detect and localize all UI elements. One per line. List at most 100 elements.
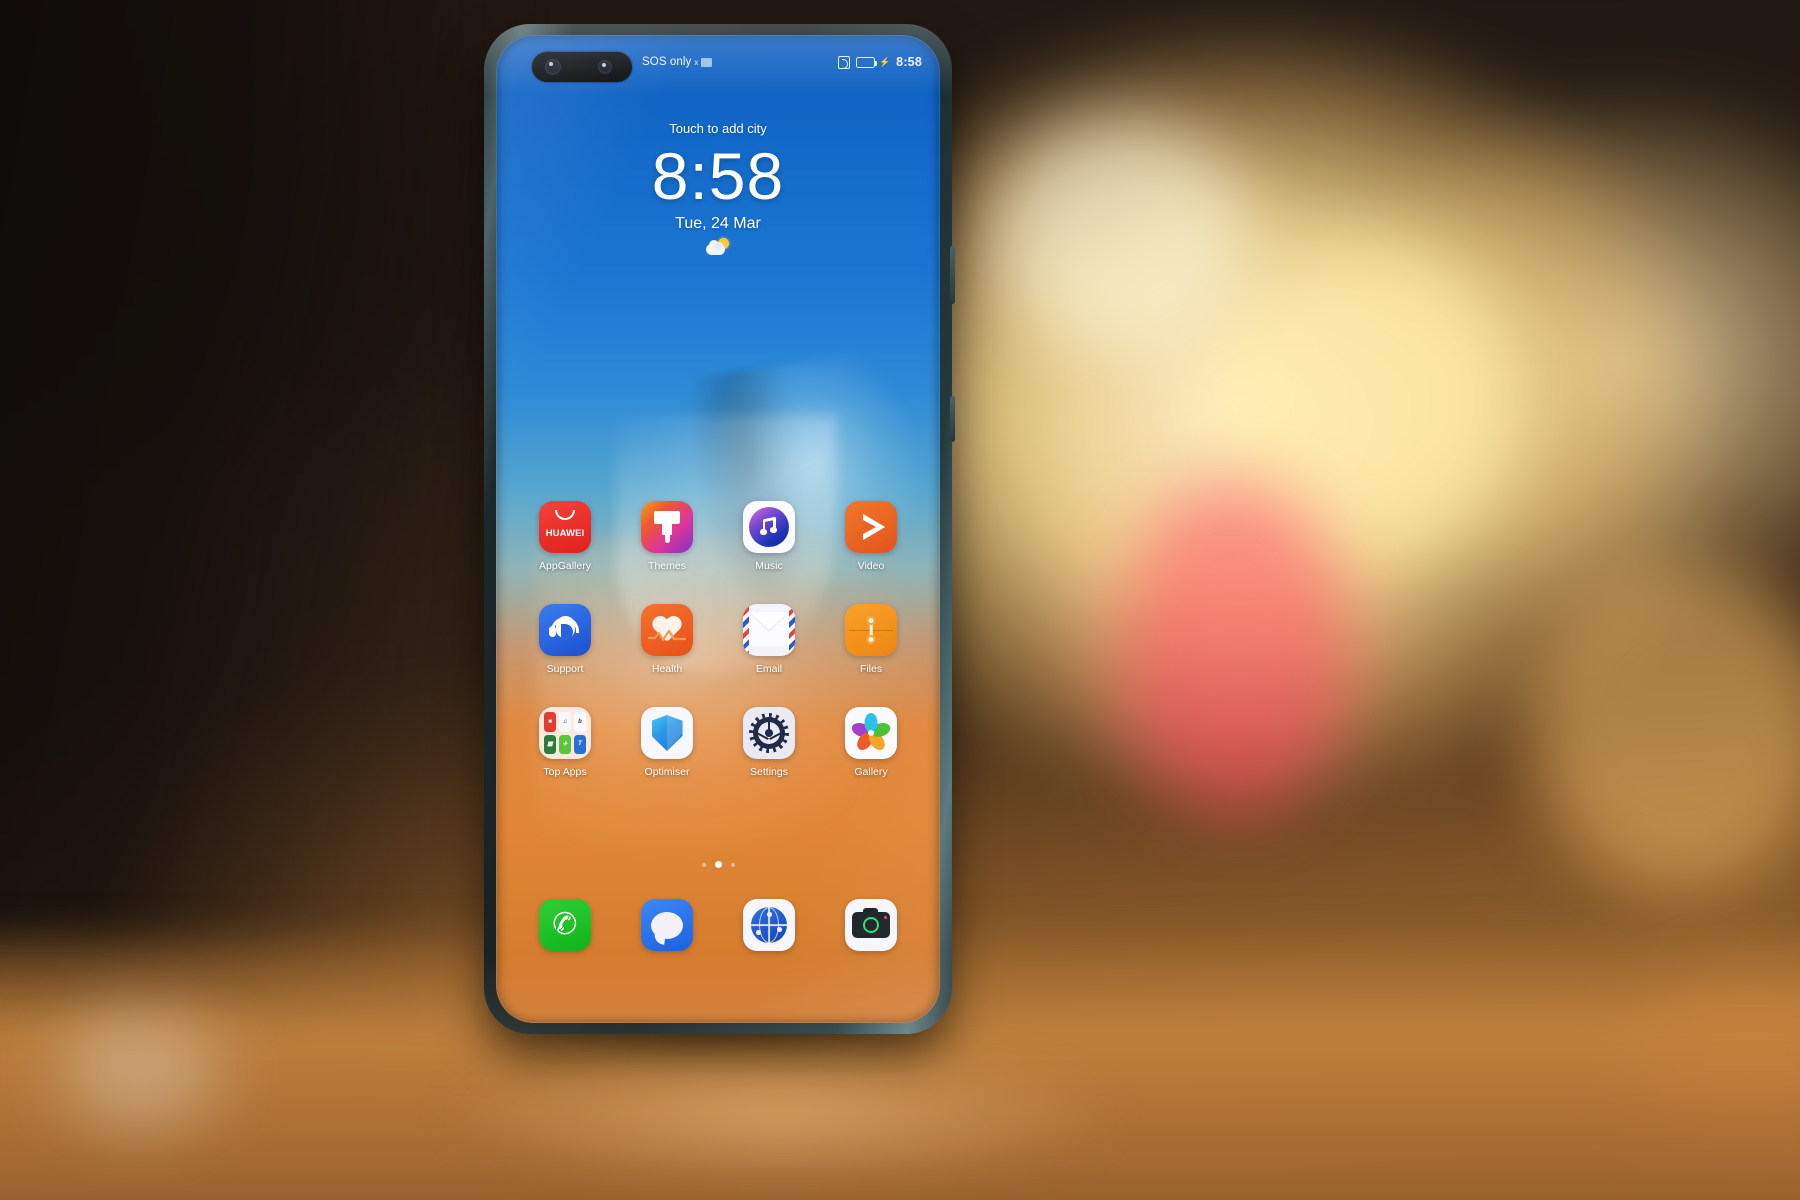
dock-item-phone[interactable]: ✆ (514, 899, 616, 951)
dock-item-browser[interactable] (718, 899, 820, 951)
play-triangle-inner (863, 520, 876, 534)
charging-bolt-icon: ⚡ (878, 56, 891, 67)
app-icon-gallery[interactable]: Gallery (820, 707, 922, 778)
folder-icon[interactable]: ■ ♫ b ▦ ✈ T (539, 707, 591, 759)
camera-lens-ring (863, 917, 879, 933)
mini-glyph: b (578, 718, 582, 725)
page-dot[interactable] (701, 862, 706, 867)
gear-hub (765, 729, 773, 737)
front-camera-lens-icon (545, 59, 561, 75)
app-icon-optimiser[interactable]: Optimiser (616, 707, 718, 778)
app-icon-support[interactable]: Support (514, 604, 616, 675)
speech-bubble-shape (651, 911, 683, 939)
app-icon-video[interactable]: Video (820, 501, 922, 572)
gallery-icon[interactable] (845, 707, 897, 759)
device-screen[interactable]: SOS only x ⚡ 8:58 Touch to add city 8:58… (496, 35, 940, 1023)
status-bar-right: ⚡ 8:58 (837, 55, 922, 69)
nfc-icon (837, 55, 850, 69)
folder-mini-icon: ■ (544, 712, 556, 732)
carrier-label: SOS only (642, 56, 692, 68)
cloud-icon (706, 240, 725, 256)
app-icon-themes[interactable]: Themes (616, 501, 718, 572)
mini-glyph: T (578, 741, 582, 748)
browser-icon[interactable] (743, 899, 795, 951)
lens-glint (549, 62, 553, 66)
volume-button[interactable] (950, 396, 955, 442)
folder-mini-icon: ✈ (559, 734, 571, 754)
dock-item-messages[interactable] (616, 899, 718, 951)
bokeh-light-top (990, 120, 1250, 350)
app-icon-email[interactable]: Email (718, 604, 820, 675)
app-label: Health (651, 663, 683, 675)
status-bar: SOS only x ⚡ 8:58 (496, 35, 940, 89)
messages-icon[interactable] (641, 899, 693, 951)
themes-icon[interactable] (641, 501, 693, 553)
add-city-hint[interactable]: Touch to add city (496, 121, 940, 136)
gear-icon (749, 713, 789, 753)
lens-glint (602, 63, 606, 67)
app-label: Files (859, 663, 883, 675)
health-icon[interactable] (641, 604, 693, 656)
app-icon-settings[interactable]: Settings (718, 707, 820, 778)
envelope-flap (749, 612, 789, 630)
globe-shape (751, 907, 787, 943)
bag-handle-shape (555, 510, 575, 520)
app-icon-files[interactable]: Files (820, 604, 922, 675)
app-label: Gallery (854, 766, 888, 778)
email-icon[interactable] (743, 604, 795, 656)
app-grid: HUAWEI AppGallery Themes Music Video Sup… (514, 501, 922, 778)
power-button[interactable] (950, 246, 955, 304)
flower-center (868, 730, 874, 736)
optimiser-icon[interactable] (641, 707, 693, 759)
folder-mini-icon: ♫ (559, 712, 571, 732)
folder-mini-icon: ▦ (544, 734, 556, 754)
settings-icon[interactable] (743, 707, 795, 759)
shield-highlight (667, 715, 682, 751)
envelope-stripe-left (743, 604, 749, 656)
page-dot[interactable] (714, 861, 722, 868)
clock-weather-widget[interactable]: Touch to add city 8:58 Tue, 24 Mar (496, 121, 940, 258)
dock: ✆ (514, 899, 922, 951)
music-icon[interactable] (743, 501, 795, 553)
folder-button-top (866, 616, 876, 625)
huawei-brand-text: HUAWEI (545, 528, 585, 539)
support-icon[interactable] (539, 604, 591, 656)
app-label: Optimiser (644, 766, 690, 778)
page-indicator[interactable] (496, 861, 940, 868)
app-folder-top-apps[interactable]: ■ ♫ b ▦ ✈ T Top Apps (514, 707, 616, 778)
status-bar-left: SOS only x (642, 56, 713, 68)
camera-icon[interactable] (845, 899, 897, 951)
page-dot[interactable] (730, 862, 735, 867)
app-icon-health[interactable]: Health (616, 604, 718, 675)
app-label: Video (857, 560, 885, 572)
appgallery-icon[interactable]: HUAWEI (539, 501, 591, 553)
table-reflection (430, 1040, 1130, 1190)
video-icon[interactable] (845, 501, 897, 553)
pinwheel-flower-icon (849, 713, 893, 754)
paintbrush-drip (664, 534, 670, 543)
app-label: Themes (648, 560, 686, 572)
folder-preview-grid: ■ ♫ b ▦ ✈ T (544, 712, 586, 754)
partly-cloudy-icon (705, 238, 731, 258)
globe-node (777, 927, 782, 932)
camera-viewfinder-bump (863, 908, 878, 913)
signal-icon (701, 57, 713, 67)
app-label: Email (755, 663, 783, 675)
app-label: Settings (750, 766, 788, 778)
app-icon-music[interactable]: Music (718, 501, 820, 572)
globe-equator (751, 924, 787, 926)
bokeh-white-object (60, 1010, 220, 1130)
headset-earpiece (549, 626, 556, 637)
camera-indicator-dot (883, 915, 887, 919)
mini-glyph: ■ (548, 718, 552, 725)
camera-body (852, 908, 890, 938)
phone-icon[interactable]: ✆ (539, 899, 591, 951)
app-label: Top Apps (543, 766, 587, 778)
files-icon[interactable] (845, 604, 897, 656)
dock-item-camera[interactable] (820, 899, 922, 951)
folder-mini-icon: b (574, 712, 586, 732)
bokeh-pink-object (1120, 480, 1350, 810)
app-label: Music (755, 560, 783, 572)
app-icon-appgallery[interactable]: HUAWEI AppGallery (514, 501, 616, 572)
status-bar-time: 8:58 (896, 55, 922, 69)
